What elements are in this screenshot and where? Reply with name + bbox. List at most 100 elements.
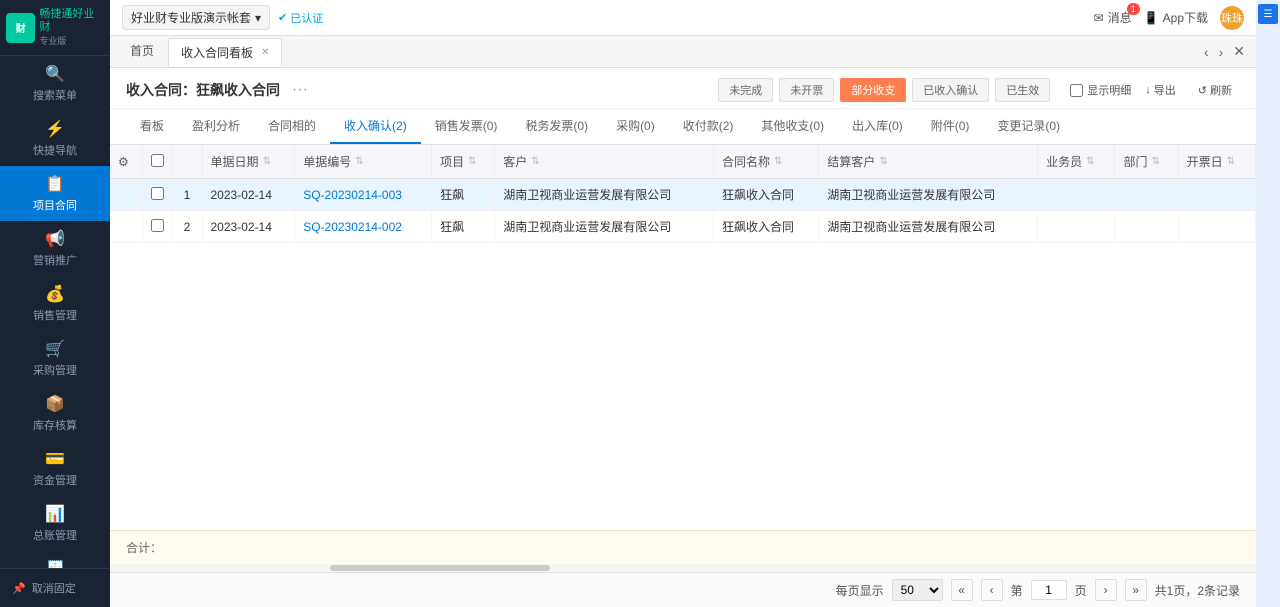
sort-icon-salesperson: ⇅: [1086, 156, 1094, 167]
app-download-button[interactable]: 📱 App下载: [1144, 9, 1208, 26]
select-all-checkbox[interactable]: [151, 154, 164, 167]
first-page-button[interactable]: «: [951, 579, 973, 601]
sec-tab-11[interactable]: 变更记录(0): [983, 109, 1074, 144]
status-buttons: 未完成未开票部分收支已收入确认已生效: [718, 78, 1050, 102]
sidebar-item-2[interactable]: 📋 项目合同: [0, 166, 110, 221]
verified-badge: ✔ 已认证: [278, 10, 323, 26]
sec-tab-5[interactable]: 税务发票(0): [511, 109, 602, 144]
download-icon: 📱: [1144, 11, 1159, 25]
refresh-button[interactable]: ↺ 刷新: [1190, 79, 1240, 101]
cell-cb-1: [142, 211, 172, 243]
sec-tab-0[interactable]: 看板: [126, 109, 178, 144]
tab-next-button[interactable]: ›: [1216, 44, 1227, 60]
horizontal-scrollbar[interactable]: [110, 564, 1256, 572]
col-header-salesperson[interactable]: 业务员⇅: [1038, 145, 1115, 179]
prev-page-button[interactable]: ‹: [981, 579, 1003, 601]
more-button[interactable]: ···: [292, 81, 308, 99]
sec-tab-6[interactable]: 采购(0): [602, 109, 669, 144]
sidebar-item-1[interactable]: ⚡ 快捷导航: [0, 111, 110, 166]
sort-icon-contract_name: ⇅: [774, 156, 782, 167]
user-avatar[interactable]: 珠珠: [1220, 6, 1244, 30]
chevron-down-icon: ▾: [255, 11, 261, 25]
sec-tab-1[interactable]: 盈利分析: [178, 109, 254, 144]
sidebar-item-7[interactable]: 💳 资金管理: [0, 441, 110, 496]
total-row: 合计：: [110, 530, 1256, 564]
sidebar-icon-4: 💰: [45, 284, 65, 304]
status-btn-3[interactable]: 已收入确认: [912, 78, 989, 102]
settings-icon[interactable]: ⚙: [118, 155, 129, 169]
export-button[interactable]: ↓ 导出: [1137, 79, 1184, 101]
order-link-1[interactable]: SQ-20230214-002: [303, 220, 402, 234]
col-header-cb: [142, 145, 172, 179]
sec-tab-8[interactable]: 其他收支(0): [747, 109, 838, 144]
last-page-button[interactable]: »: [1125, 579, 1147, 601]
scrollbar-thumb[interactable]: [330, 565, 550, 571]
topbar: 好业财专业版演示帐套 ▾ ✔ 已认证 ✉ 消息 1 📱 App下载 珠珠: [110, 0, 1256, 36]
app-sub: 专业版: [39, 34, 104, 47]
order-link-0[interactable]: SQ-20230214-003: [303, 188, 402, 202]
table-row[interactable]: 22023-02-14SQ-20230214-002狂飙湖南卫视商业运营发展有限…: [110, 211, 1256, 243]
tab-home-label: 首页: [130, 42, 154, 59]
sidebar-item-5[interactable]: 🛒 采购管理: [0, 331, 110, 386]
tab-close-icon[interactable]: ✕: [261, 47, 269, 58]
sec-tab-10[interactable]: 附件(0): [917, 109, 984, 144]
cell-num-1: 2: [172, 211, 202, 243]
sidebar: 财 畅捷通好业财 专业版 🔍 搜索菜单 ⚡ 快捷导航 📋 项目合同 📢 营销推广…: [0, 0, 110, 607]
col-header-project[interactable]: 项目⇅: [432, 145, 495, 179]
cell-cb-0: [142, 179, 172, 211]
logo-icon: 财: [6, 13, 35, 43]
col-header-customer[interactable]: 客户⇅: [495, 145, 714, 179]
sec-tab-9[interactable]: 出入库(0): [838, 109, 917, 144]
topbar-left: 好业财专业版演示帐套 ▾ ✔ 已认证: [122, 5, 323, 30]
sec-tab-2[interactable]: 合同相的: [254, 109, 330, 144]
tab-contract-board[interactable]: 收入合同看板 ✕: [168, 38, 282, 67]
sidebar-item-6[interactable]: 📦 库存核算: [0, 386, 110, 441]
sort-icon-date: ⇅: [263, 156, 271, 167]
sec-tab-4[interactable]: 销售发票(0): [421, 109, 512, 144]
next-page-button[interactable]: ›: [1095, 579, 1117, 601]
tab-close-all-button[interactable]: ✕: [1230, 43, 1248, 60]
col-header-order_no[interactable]: 单据编号⇅: [295, 145, 432, 179]
col-header-dept[interactable]: 部门⇅: [1115, 145, 1178, 179]
sidebar-item-8[interactable]: 📊 总账管理: [0, 496, 110, 551]
table-row[interactable]: 12023-02-14SQ-20230214-003狂飙湖南卫视商业运营发展有限…: [110, 179, 1256, 211]
show-detail-checkbox[interactable]: 显示明细: [1070, 79, 1131, 101]
show-detail-input[interactable]: [1070, 84, 1083, 97]
status-btn-4[interactable]: 已生效: [995, 78, 1050, 102]
tab-home[interactable]: 首页: [118, 36, 166, 67]
sort-icon-open_date: ⇅: [1227, 156, 1235, 167]
sidebar-bottom[interactable]: 📌 取消固定: [0, 568, 110, 607]
cell-order_no-1: SQ-20230214-002: [295, 211, 432, 243]
cell-num-0: 1: [172, 179, 202, 211]
logo-text-block: 畅捷通好业财 专业版: [39, 8, 104, 47]
message-icon: ✉: [1094, 11, 1104, 25]
sidebar-label-8: 总账管理: [33, 527, 77, 543]
col-header-contract_name[interactable]: 合同名称⇅: [714, 145, 819, 179]
sec-tab-7[interactable]: 收付款(2): [669, 109, 748, 144]
sec-tab-3[interactable]: 收入确认(2): [330, 109, 421, 144]
current-page-input[interactable]: [1031, 580, 1067, 600]
unpin-button[interactable]: 📌 取消固定: [6, 575, 104, 601]
row-checkbox-0[interactable]: [151, 187, 164, 200]
col-header-date[interactable]: 单据日期⇅: [202, 145, 295, 179]
status-btn-0[interactable]: 未完成: [718, 78, 773, 102]
right-sidebar-button[interactable]: ☰: [1258, 4, 1278, 24]
message-button[interactable]: ✉ 消息 1: [1094, 9, 1132, 26]
cell-date-0: 2023-02-14: [202, 179, 295, 211]
sidebar-item-4[interactable]: 💰 销售管理: [0, 276, 110, 331]
col-header-open_date[interactable]: 开票日⇅: [1178, 145, 1255, 179]
pin-icon: 📌: [12, 582, 26, 595]
per-page-select[interactable]: 2050100200: [892, 579, 943, 601]
status-btn-1[interactable]: 未开票: [779, 78, 834, 102]
status-btn-2[interactable]: 部分收支: [840, 78, 906, 102]
tab-prev-button[interactable]: ‹: [1201, 44, 1212, 60]
sidebar-item-3[interactable]: 📢 营销推广: [0, 221, 110, 276]
sidebar-item-9[interactable]: 🧾 发票管理: [0, 551, 110, 568]
company-selector[interactable]: 好业财专业版演示帐套 ▾: [122, 5, 270, 30]
check-icon: ✔: [278, 11, 287, 24]
cell-gear-0: [110, 179, 142, 211]
tab-nav: ‹ › ✕: [1201, 36, 1248, 67]
col-header-settle_customer[interactable]: 结算客户⇅: [819, 145, 1038, 179]
row-checkbox-1[interactable]: [151, 219, 164, 232]
sidebar-item-0[interactable]: 🔍 搜索菜单: [0, 56, 110, 111]
